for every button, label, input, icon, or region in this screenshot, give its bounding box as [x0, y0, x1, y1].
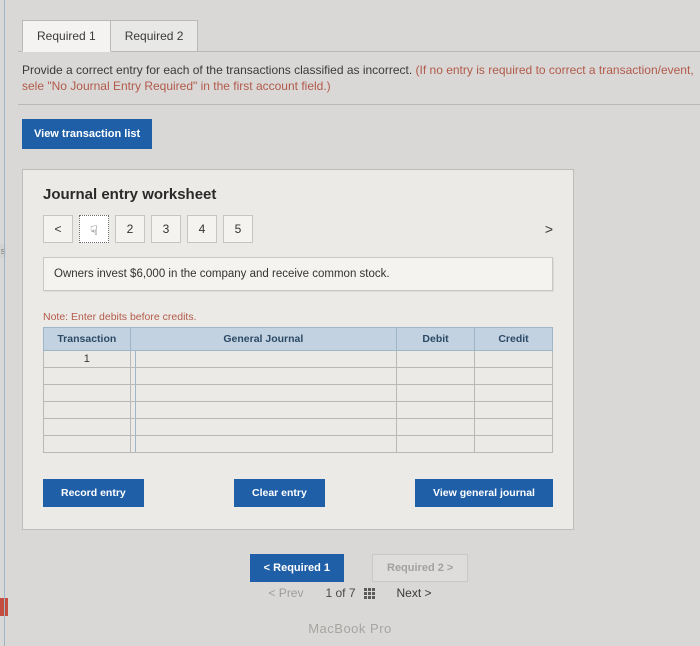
device-label: MacBook Pro — [0, 621, 700, 636]
col-header-credit: Credit — [475, 328, 553, 351]
pager-prev-link[interactable]: < Prev — [268, 586, 303, 600]
footer-pager: < Prev 1 of 7 Next > — [0, 586, 700, 600]
cell-credit-5[interactable] — [475, 419, 553, 436]
cell-credit-6[interactable] — [475, 436, 553, 453]
view-general-journal-button[interactable]: View general journal — [415, 479, 553, 507]
transaction-description: Owners invest $6,000 in the company and … — [43, 257, 553, 291]
required-2-next-button[interactable]: Required 2 > — [372, 554, 468, 582]
table-row — [44, 385, 553, 402]
requirement-tabs: Required 1 Required 2 — [22, 20, 700, 52]
step-3-button[interactable]: 3 — [151, 215, 181, 243]
cell-debit-1[interactable] — [397, 351, 475, 368]
pager-indicator: 1 of 7 — [325, 586, 374, 600]
step-next-button[interactable]: > — [531, 221, 553, 237]
cell-account-1[interactable] — [130, 351, 396, 368]
cell-credit-2[interactable] — [475, 368, 553, 385]
cell-account-3[interactable] — [130, 385, 396, 402]
table-row: 1 — [44, 351, 553, 368]
cell-account-4[interactable] — [130, 402, 396, 419]
grid-icon[interactable] — [364, 588, 375, 599]
worksheet-title: Journal entry worksheet — [43, 186, 553, 203]
cell-debit-2[interactable] — [397, 368, 475, 385]
step-2-button[interactable]: 2 — [115, 215, 145, 243]
cell-debit-4[interactable] — [397, 402, 475, 419]
pager-page-text: 1 of 7 — [325, 586, 355, 600]
view-transaction-list-button[interactable]: View transaction list — [22, 119, 152, 149]
worksheet-note: Note: Enter debits before credits. — [43, 311, 553, 323]
cell-credit-4[interactable] — [475, 402, 553, 419]
col-header-debit: Debit — [397, 328, 475, 351]
step-5-button[interactable]: 5 — [223, 215, 253, 243]
instruction-black: Provide a correct entry for each of the … — [22, 63, 416, 77]
table-row — [44, 402, 553, 419]
pager-next-link[interactable]: Next > — [397, 586, 432, 600]
step-1-current[interactable]: ☟ — [79, 215, 109, 243]
journal-worksheet: Journal entry worksheet < ☟ 2 3 4 5 > Ow… — [22, 169, 574, 530]
left-sliver-s: s — [0, 244, 6, 258]
worksheet-step-nav: < ☟ 2 3 4 5 > — [43, 215, 553, 243]
cell-account-2[interactable] — [130, 368, 396, 385]
tab-required-1[interactable]: Required 1 — [22, 20, 111, 52]
cell-debit-6[interactable] — [397, 436, 475, 453]
cell-credit-1[interactable] — [475, 351, 553, 368]
cell-debit-3[interactable] — [397, 385, 475, 402]
cell-debit-5[interactable] — [397, 419, 475, 436]
step-4-button[interactable]: 4 — [187, 215, 217, 243]
tab-required-2[interactable]: Required 2 — [111, 20, 199, 52]
table-row — [44, 368, 553, 385]
cell-account-6[interactable] — [130, 436, 396, 453]
clear-entry-button[interactable]: Clear entry — [234, 479, 325, 507]
col-header-general-journal: General Journal — [130, 328, 396, 351]
cursor-icon: ☟ — [90, 224, 98, 237]
col-header-transaction: Transaction — [44, 328, 131, 351]
journal-table: Transaction General Journal Debit Credit… — [43, 327, 553, 453]
instruction-text: Provide a correct entry for each of the … — [18, 51, 700, 105]
table-row — [44, 419, 553, 436]
cell-credit-3[interactable] — [475, 385, 553, 402]
required-1-prev-button[interactable]: < Required 1 — [250, 554, 344, 582]
record-entry-button[interactable]: Record entry — [43, 479, 144, 507]
cell-account-5[interactable] — [130, 419, 396, 436]
step-prev-button[interactable]: < — [43, 215, 73, 243]
cell-transaction-1: 1 — [44, 351, 131, 368]
table-row — [44, 436, 553, 453]
